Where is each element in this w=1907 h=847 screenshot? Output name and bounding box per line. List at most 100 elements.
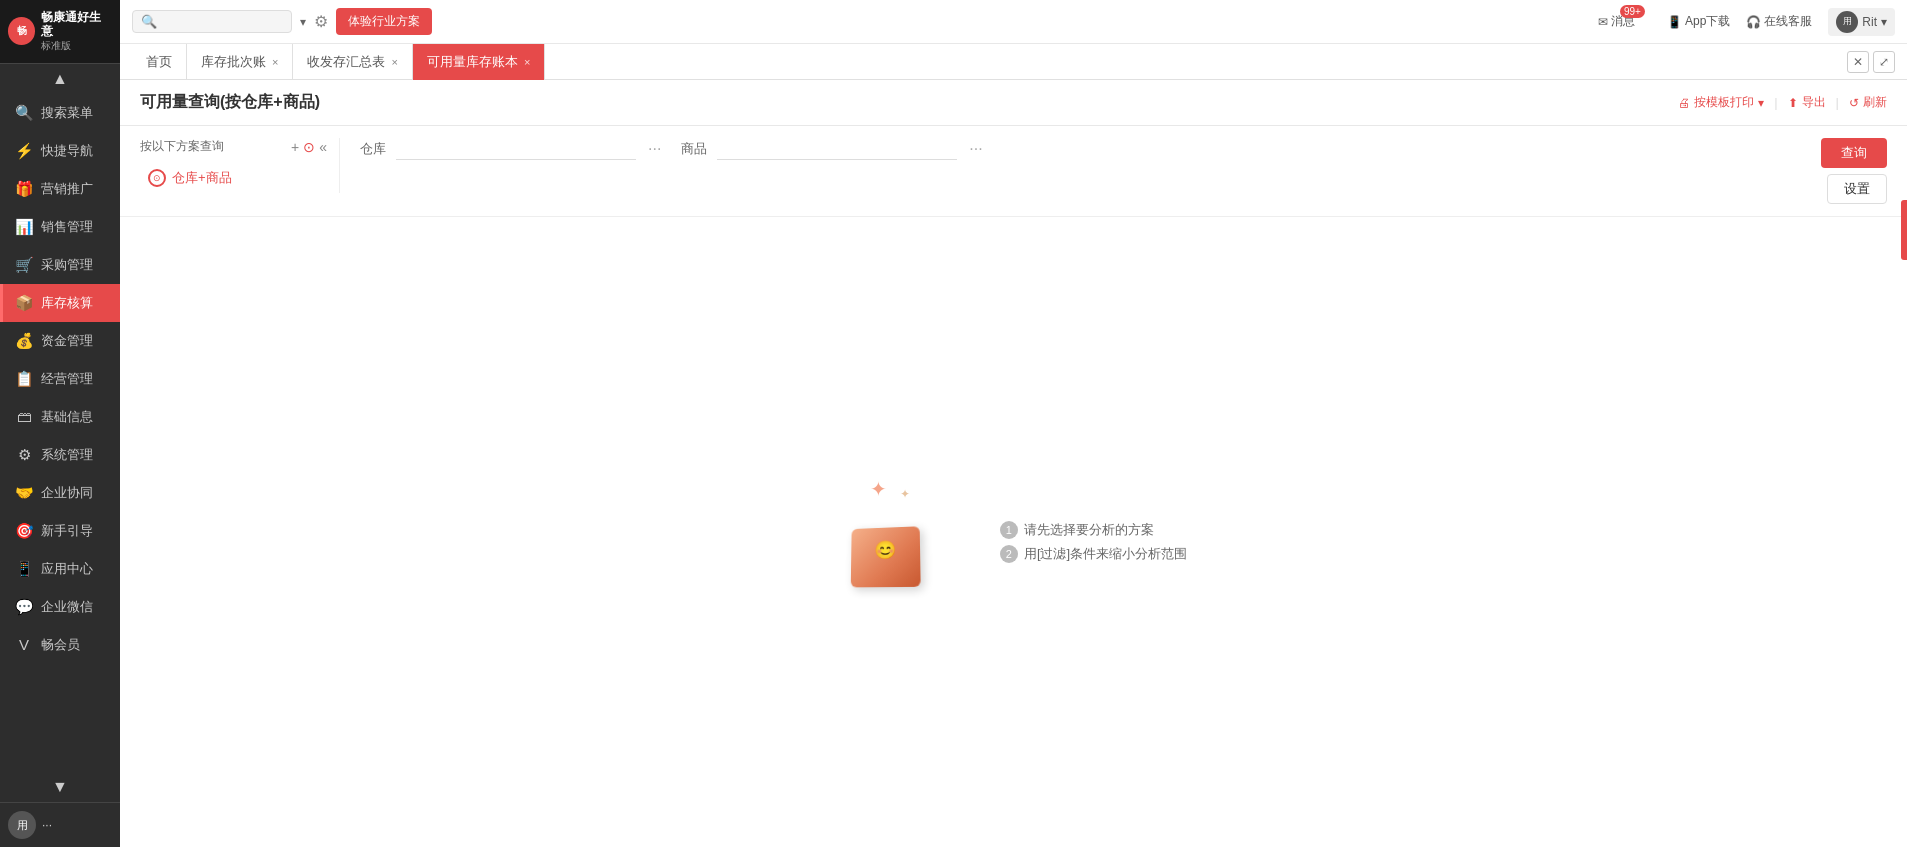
sidebar-icon-app-center: 📱 [15,560,33,578]
tab-receipt-summary[interactable]: 收发存汇总表 × [293,44,412,80]
sidebar-item-inventory[interactable]: 📦库存核算 [0,284,120,322]
product-filter-input[interactable] [717,138,957,160]
sidebar-item-sales[interactable]: 📊销售管理 [0,208,120,246]
box-body: 😊 [851,526,921,587]
empty-state: 😊 ✦ ✦ 1 请先选择要分析的方案 2 用[过滤]条件来缩小分析范围 [120,217,1907,847]
hint-1-number: 1 [1000,521,1018,539]
print-label: 按模板打印 [1694,94,1754,111]
sidebar-brand-title: 畅康通好生意 [41,10,112,39]
app-download-button[interactable]: 📱 App下载 [1667,13,1730,30]
tab-home[interactable]: 首页 [132,44,187,80]
sidebar-item-app-center[interactable]: 📱 应用中心 [0,550,120,588]
product-filter-label: 商品 [681,140,709,158]
hint-1-text: 请先选择要分析的方案 [1024,521,1154,539]
user-name: Rit [1862,15,1877,29]
sidebar-label-app-center: 应用中心 [41,560,93,578]
topbar-search-box[interactable]: 🔍 [132,10,292,33]
warehouse-filter-input[interactable] [396,138,636,160]
sidebar: 畅 畅康通好生意 标准版 ▲ 🔍 搜索菜单 ⚡快捷导航🎁营销推广📊销售管理🛒采购管理… [0,0,120,847]
page-content: 可用量查询(按仓库+商品) 🖨 按模板打印 ▾ | ⬆ 导出 | ↺ 刷新 [120,80,1907,847]
sidebar-item-enterprise-collab[interactable]: 🤝 企业协同 [0,474,120,512]
sidebar-logo: 畅 [8,17,35,45]
tabs-close-all-button[interactable]: ✕ [1847,51,1869,73]
sidebar-item-operations[interactable]: 📋 经营管理 [0,360,120,398]
user-profile-button[interactable]: 用 Rit ▾ [1828,8,1895,36]
sidebar-icon-finance: 💰 [15,332,33,350]
filter-area: 仓库 ··· 商品 ··· [340,138,1809,160]
sidebar-label-operations: 经营管理 [41,370,93,388]
print-icon: 🖨 [1678,96,1690,110]
sidebar-label-sales: 销售管理 [41,218,93,236]
sidebar-label-enterprise-collab: 企业协同 [41,484,93,502]
sidebar-item-basic-info[interactable]: 🗃基础信息 [0,398,120,436]
export-button[interactable]: ⬆ 导出 [1788,94,1826,111]
sidebar-label-new-guide: 新手引导 [41,522,93,540]
hint-2-number: 2 [1000,545,1018,563]
sidebar-item-new-guide[interactable]: 🎯 新手引导 [0,512,120,550]
message-button[interactable]: ✉ 消息 99+ [1598,13,1635,30]
export-icon: ⬆ [1788,96,1798,110]
tab-receipt-summary-label: 收发存汇总表 [307,53,385,71]
tab-receipt-summary-close[interactable]: × [391,56,397,68]
sidebar-header: 畅 畅康通好生意 标准版 [0,0,120,64]
product-more-icon[interactable]: ··· [965,140,986,158]
tab-available-stock-ledger-close[interactable]: × [524,56,530,68]
sidebar-item-system[interactable]: ⚙系统管理 [0,436,120,474]
sidebar-icon-operations: 📋 [15,370,33,388]
sidebar-item-purchase[interactable]: 🛒采购管理 [0,246,120,284]
scheme-item-warehouse-product[interactable]: ⊙ 仓库+商品 [140,163,327,193]
sidebar-item-enterprise-wechat[interactable]: 💬企业微信 [0,588,120,626]
sidebar-item-shortcut[interactable]: ⚡快捷导航 [0,132,120,170]
sidebar-label-basic-info: 基础信息 [41,408,93,426]
query-button[interactable]: 查询 [1821,138,1887,168]
tab-batch-account[interactable]: 库存批次账 × [187,44,293,80]
tab-available-stock-ledger[interactable]: 可用量库存账本 × [413,44,545,80]
page-header: 可用量查询(按仓库+商品) 🖨 按模板打印 ▾ | ⬆ 导出 | ↺ 刷新 [120,80,1907,126]
settings-button[interactable]: 设置 [1827,174,1887,204]
sidebar-icon-search: 🔍 [15,104,33,122]
online-service-button[interactable]: 🎧 在线客服 [1746,13,1812,30]
refresh-button[interactable]: ↺ 刷新 [1849,94,1887,111]
refresh-icon: ↺ [1849,96,1859,110]
sidebar-icon-enterprise-collab: 🤝 [15,484,33,502]
sidebar-item-marketing-promo[interactable]: 🎁营销推广 [0,170,120,208]
sidebar-icon-new-guide: 🎯 [15,522,33,540]
scheme-item-label: 仓库+商品 [172,169,232,187]
chevron-down-icon: ▾ [300,15,306,29]
tab-available-stock-ledger-label: 可用量库存账本 [427,53,518,71]
topbar-dropdown[interactable]: ▾ [300,15,306,29]
warehouse-filter-label: 仓库 [360,140,388,158]
tab-batch-account-close[interactable]: × [272,56,278,68]
sidebar-title-area: 畅康通好生意 标准版 [41,10,112,53]
tab-batch-account-label: 库存批次账 [201,53,266,71]
sidebar-label-finance: 资金管理 [41,332,93,350]
tabs-bar: 首页 库存批次账 × 收发存汇总表 × 可用量库存账本 × ✕ ⤢ [120,44,1907,80]
tabs-expand-button[interactable]: ⤢ [1873,51,1895,73]
query-panel: 按以下方案查询 + ⊙ « ⊙ 仓库+商品 仓库 [120,126,1907,217]
filter-group-product: 商品 ··· [681,138,986,160]
print-button[interactable]: 🖨 按模板打印 ▾ [1678,94,1764,111]
scheme-collapse-button[interactable]: « [319,139,327,155]
sidebar-scroll-down-button[interactable]: ▼ [0,772,120,802]
empty-content: 😊 ✦ ✦ 1 请先选择要分析的方案 2 用[过滤]条件来缩小分析范围 [840,477,1187,587]
sidebar-item-finance[interactable]: 💰 资金管理 [0,322,120,360]
search-input[interactable] [161,15,271,29]
box-face: 😊 [874,539,896,561]
main-content: 🔍 ▾ ⚙ 体验行业方案 ✉ 消息 99+ 📱 App下载 🎧 在线客服 用 [120,0,1907,847]
online-service-label: 在线客服 [1764,13,1812,30]
sidebar-item-search[interactable]: 🔍 搜索菜单 [0,94,120,132]
warehouse-more-icon[interactable]: ··· [644,140,665,158]
sidebar-nav: 🔍 搜索菜单 ⚡快捷导航🎁营销推广📊销售管理🛒采购管理📦库存核算 💰 资金管理 📋 经营管理… [0,94,120,772]
scheme-add-button[interactable]: + [291,139,299,155]
scheme-settings-button[interactable]: ⊙ [303,139,315,155]
sidebar-scroll-up-button[interactable]: ▲ [0,64,120,94]
gear-icon[interactable]: ⚙ [314,12,328,31]
sidebar-label-purchase: 采购管理 [41,256,93,274]
filter-row-1: 仓库 ··· 商品 ··· [360,138,1809,160]
sidebar-label-search: 搜索菜单 [41,104,93,122]
sidebar-item-vip-member[interactable]: V畅会员 [0,626,120,664]
message-icon: ✉ [1598,15,1608,29]
sidebar-label-enterprise-wechat: 企业微信 [41,598,93,616]
industry-solution-button[interactable]: 体验行业方案 [336,8,432,35]
sidebar-user-area[interactable]: 用 ··· [0,802,120,847]
